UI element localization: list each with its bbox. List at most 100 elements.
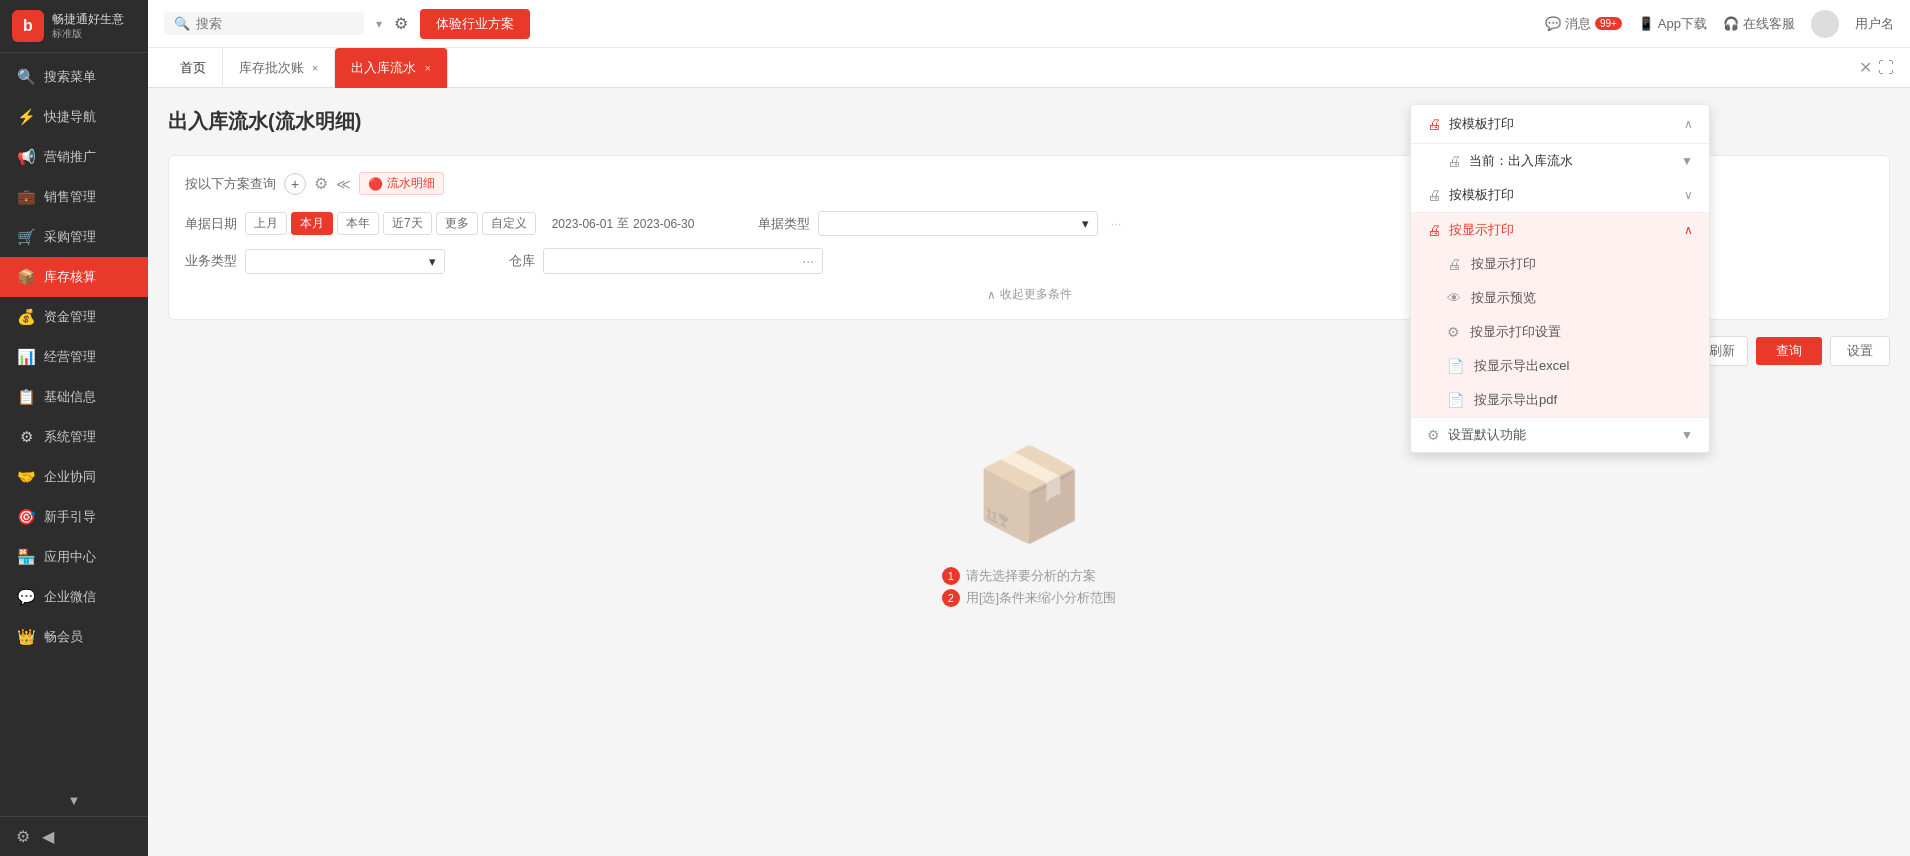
item-label-display-export-excel: 按显示导出excel xyxy=(1474,357,1569,375)
doc-type-chevron: ▾ xyxy=(1082,216,1089,231)
sidebar-item-sales[interactable]: 💼销售管理 xyxy=(0,177,148,217)
footer-arrow: ▼ xyxy=(1681,428,1693,442)
user-avatar[interactable] xyxy=(1811,10,1839,38)
member-icon: 👑 xyxy=(16,627,36,647)
sidebar-item-appstore[interactable]: 🏪应用中心 xyxy=(0,537,148,577)
section-icon-display-print: 🖨 xyxy=(1427,222,1441,238)
date-filter-item: 单据日期 上月本月本年近7天更多自定义 2023-06-01 至 2023-06… xyxy=(185,212,694,235)
date-btn-last_month[interactable]: 上月 xyxy=(245,212,287,235)
dropdown-item-display-export-pdf[interactable]: 📄 按显示导出pdf xyxy=(1411,383,1709,417)
sidebar-item-inventory[interactable]: 📦库存核算 xyxy=(0,257,148,297)
dropdown-footer[interactable]: ⚙ 设置默认功能 ▼ xyxy=(1411,418,1709,452)
trial-btn[interactable]: 体验行业方案 xyxy=(420,9,530,39)
section-header-display-print[interactable]: 🖨 按显示打印 ∧ xyxy=(1411,213,1709,247)
tab-label-home: 首页 xyxy=(180,59,206,77)
date-btn-current_year[interactable]: 本年 xyxy=(337,212,379,235)
message-icon: 💬 xyxy=(1545,16,1561,31)
appstore-icon: 🏪 xyxy=(16,547,36,567)
sidebar-item-guide[interactable]: 🎯新手引导 xyxy=(0,497,148,537)
sidebar-item-operations[interactable]: 📊经营管理 xyxy=(0,337,148,377)
dropdown-item-display-print-settings[interactable]: ⚙ 按显示打印设置 xyxy=(1411,315,1709,349)
warehouse-label: 仓库 xyxy=(509,252,535,270)
doc-type-select[interactable]: ▾ xyxy=(818,211,1098,236)
close-tab-inventory_batch[interactable]: × xyxy=(312,62,318,74)
app-download-btn[interactable]: 📱 App下载 xyxy=(1638,15,1707,33)
dropdown-item-display-preview[interactable]: 👁 按显示预览 xyxy=(1411,281,1709,315)
tag-icon: 🔴 xyxy=(368,177,383,191)
wechat-icon: 💬 xyxy=(16,587,36,607)
sidebar-nav: 🔍搜索菜单⚡快捷导航📢营销推广💼销售管理🛒采购管理📦库存核算💰资金管理📊经营管理… xyxy=(0,53,148,784)
sidebar-item-search[interactable]: 🔍搜索菜单 xyxy=(0,57,148,97)
sidebar-item-member[interactable]: 👑畅会员 xyxy=(0,617,148,657)
empty-step-2: 2 用[选]条件来缩小分析范围 xyxy=(942,589,1116,607)
topbar-gear-icon[interactable]: ⚙ xyxy=(394,14,408,33)
step-2-num: 2 xyxy=(942,589,960,607)
business-type-select[interactable]: ▾ xyxy=(245,249,445,274)
collapse-icon: ∧ xyxy=(987,288,996,302)
doc-type-more-btn[interactable]: ··· xyxy=(1110,216,1121,231)
search-input[interactable] xyxy=(196,16,336,31)
date-from[interactable]: 2023-06-01 xyxy=(552,217,613,231)
date-btn-custom[interactable]: 自定义 xyxy=(482,212,536,235)
item-label-display-print-settings: 按显示打印设置 xyxy=(1470,323,1561,341)
topbar-chevron-icon[interactable]: ▾ xyxy=(376,17,382,31)
logo-text: 畅捷通好生意 标准版 xyxy=(52,12,124,41)
expand-btn[interactable]: ⛶ xyxy=(1878,58,1894,77)
logo-icon: b xyxy=(12,10,44,42)
dropdown-current-template[interactable]: 🖨 当前：出入库流水 ▼ xyxy=(1411,144,1709,178)
tag-label: 流水明细 xyxy=(387,175,435,192)
settings-btn[interactable]: 设置 xyxy=(1830,336,1890,366)
sidebar: b 畅捷通好生意 标准版 🔍搜索菜单⚡快捷导航📢营销推广💼销售管理🛒采购管理📦库… xyxy=(0,0,148,856)
dropdown-item-display-export-excel[interactable]: 📄 按显示导出excel xyxy=(1411,349,1709,383)
online-service-btn[interactable]: 🎧 在线客服 xyxy=(1723,15,1795,33)
collapse-sidebar-icon[interactable]: ◀ xyxy=(42,827,54,846)
username-label[interactable]: 用户名 xyxy=(1855,15,1894,33)
dropdown-close-arrow[interactable]: ∧ xyxy=(1684,117,1693,131)
section-label-template-print: 按模板打印 xyxy=(1449,186,1514,204)
step-1-num: 1 xyxy=(942,567,960,585)
item-icon-display-preview: 👁 xyxy=(1447,290,1461,306)
add-condition-btn[interactable]: + xyxy=(284,173,306,195)
warehouse-input[interactable]: ··· xyxy=(543,248,823,274)
search-icon: 🔍 xyxy=(174,16,190,31)
sidebar-item-purchase[interactable]: 🛒采购管理 xyxy=(0,217,148,257)
tab-in_out_flow[interactable]: 出入库流水 × xyxy=(335,48,447,88)
topbar-right: 💬 消息 99+ 📱 App下载 🎧 在线客服 用户名 xyxy=(1545,10,1894,38)
tab-home[interactable]: 首页 xyxy=(164,48,223,88)
close-all-tabs-btn[interactable]: ✕ xyxy=(1859,58,1872,77)
sidebar-item-wechat[interactable]: 💬企业微信 xyxy=(0,577,148,617)
scroll-down-icon[interactable]: ▼ xyxy=(62,788,86,812)
filter-settings-icon[interactable]: ⚙ xyxy=(314,174,328,193)
close-tab-in_out_flow[interactable]: × xyxy=(424,62,430,74)
topbar-search-box[interactable]: 🔍 xyxy=(164,12,364,35)
item-icon-display-export-pdf: 📄 xyxy=(1447,392,1464,408)
date-to[interactable]: 2023-06-30 xyxy=(633,217,694,231)
sidebar-item-system[interactable]: ⚙系统管理 xyxy=(0,417,148,457)
collab-icon: 🤝 xyxy=(16,467,36,487)
tab-label-in_out_flow: 出入库流水 xyxy=(351,59,416,77)
business-type-label: 业务类型 xyxy=(185,252,237,270)
date-btn-more[interactable]: 更多 xyxy=(436,212,478,235)
filter-collapse-icon[interactable]: ≪ xyxy=(336,176,351,192)
filter-tag-item[interactable]: 🔴 流水明细 xyxy=(359,172,444,195)
warehouse-more-btn[interactable]: ··· xyxy=(802,253,814,269)
query-btn[interactable]: 查询 xyxy=(1756,337,1822,365)
sidebar-item-shortcut[interactable]: ⚡快捷导航 xyxy=(0,97,148,137)
messages-btn[interactable]: 💬 消息 99+ xyxy=(1545,15,1622,33)
settings-bottom-icon[interactable]: ⚙ xyxy=(16,827,30,846)
section-header-template-print[interactable]: 🖨 按模板打印 ∨ xyxy=(1411,178,1709,212)
basic-icon: 📋 xyxy=(16,387,36,407)
sidebar-item-finance[interactable]: 💰资金管理 xyxy=(0,297,148,337)
date-btn-current_month[interactable]: 本月 xyxy=(291,212,333,235)
sidebar-item-marketing[interactable]: 📢营销推广 xyxy=(0,137,148,177)
system-icon: ⚙ xyxy=(16,427,36,447)
section-icon-template-print: 🖨 xyxy=(1427,187,1441,203)
collapse-btn[interactable]: ∧ 收起更多条件 xyxy=(987,286,1072,303)
date-btn-last_7_days[interactable]: 近7天 xyxy=(383,212,432,235)
step-2-text: 用[选]条件来缩小分析范围 xyxy=(966,589,1116,607)
dropdown-item-display-print-item[interactable]: 🖨 按显示打印 xyxy=(1411,247,1709,281)
tab-inventory_batch[interactable]: 库存批次账× xyxy=(223,48,335,88)
filter-conditions-label: 按以下方案查询 xyxy=(185,175,276,193)
sidebar-item-collab[interactable]: 🤝企业协同 xyxy=(0,457,148,497)
sidebar-item-basic[interactable]: 📋基础信息 xyxy=(0,377,148,417)
